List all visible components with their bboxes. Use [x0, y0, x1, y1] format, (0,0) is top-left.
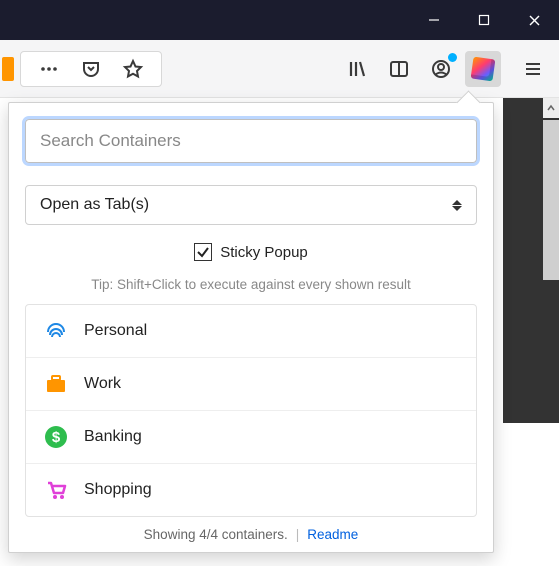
- container-label: Work: [84, 375, 121, 393]
- container-label: Personal: [84, 322, 147, 340]
- pocket-button[interactable]: [73, 51, 109, 87]
- popup-footer: Showing 4/4 containers. | Readme: [25, 527, 477, 542]
- reader-view-icon: [388, 58, 410, 80]
- overflow-menu-button[interactable]: [31, 51, 67, 87]
- library-icon: [346, 58, 368, 80]
- window-titlebar: [0, 0, 559, 40]
- footer-separator: |: [296, 527, 300, 542]
- container-indicator-icon: [2, 57, 14, 81]
- container-item-work[interactable]: Work: [26, 358, 476, 411]
- select-arrows-icon: [452, 200, 462, 211]
- container-list: Personal Work $ Banking Shopping: [25, 304, 477, 517]
- overflow-menu-icon: [39, 59, 59, 79]
- window-close-button[interactable]: [509, 0, 559, 40]
- sticky-popup-checkbox[interactable]: [194, 243, 212, 261]
- containers-popup: Open as Tab(s) Sticky Popup Tip: Shift+C…: [8, 102, 494, 553]
- tip-text: Tip: Shift+Click to execute against ever…: [25, 277, 477, 292]
- bookmark-star-icon: [122, 58, 144, 80]
- dollar-icon: $: [44, 425, 68, 449]
- window-minimize-button[interactable]: [409, 0, 459, 40]
- open-mode-label: Open as Tab(s): [40, 196, 149, 214]
- minimize-icon: [428, 14, 440, 26]
- open-mode-select[interactable]: Open as Tab(s): [25, 185, 477, 225]
- containers-extension-button[interactable]: [465, 51, 501, 87]
- checkmark-icon: [196, 245, 210, 259]
- footer-status: Showing 4/4 containers.: [144, 527, 288, 542]
- notification-dot-icon: [448, 53, 457, 62]
- reader-view-button[interactable]: [381, 51, 417, 87]
- app-menu-button[interactable]: [515, 51, 551, 87]
- fingerprint-icon: [44, 319, 68, 343]
- container-item-banking[interactable]: $ Banking: [26, 411, 476, 464]
- scrollbar-thumb[interactable]: [543, 120, 559, 280]
- bookmark-button[interactable]: [115, 51, 151, 87]
- window-maximize-button[interactable]: [459, 0, 509, 40]
- container-item-personal[interactable]: Personal: [26, 305, 476, 358]
- pocket-icon: [80, 58, 102, 80]
- chevron-up-icon: [546, 103, 556, 113]
- cart-icon: [44, 478, 68, 502]
- container-label: Shopping: [84, 481, 152, 499]
- containers-extension-icon: [471, 56, 496, 81]
- maximize-icon: [478, 14, 490, 26]
- readme-link[interactable]: Readme: [307, 527, 358, 542]
- hamburger-menu-icon: [523, 59, 543, 79]
- account-button[interactable]: [423, 51, 459, 87]
- library-button[interactable]: [339, 51, 375, 87]
- svg-text:$: $: [52, 429, 61, 446]
- container-item-shopping[interactable]: Shopping: [26, 464, 476, 516]
- browser-toolbar: [0, 40, 559, 98]
- briefcase-icon: [44, 372, 68, 396]
- sticky-popup-label: Sticky Popup: [220, 244, 308, 261]
- close-icon: [528, 14, 541, 27]
- urlbar-actions: [20, 51, 162, 87]
- container-label: Banking: [84, 428, 142, 446]
- scrollbar-up-button[interactable]: [543, 98, 559, 118]
- sticky-popup-row: Sticky Popup: [25, 243, 477, 261]
- search-input[interactable]: [25, 119, 477, 163]
